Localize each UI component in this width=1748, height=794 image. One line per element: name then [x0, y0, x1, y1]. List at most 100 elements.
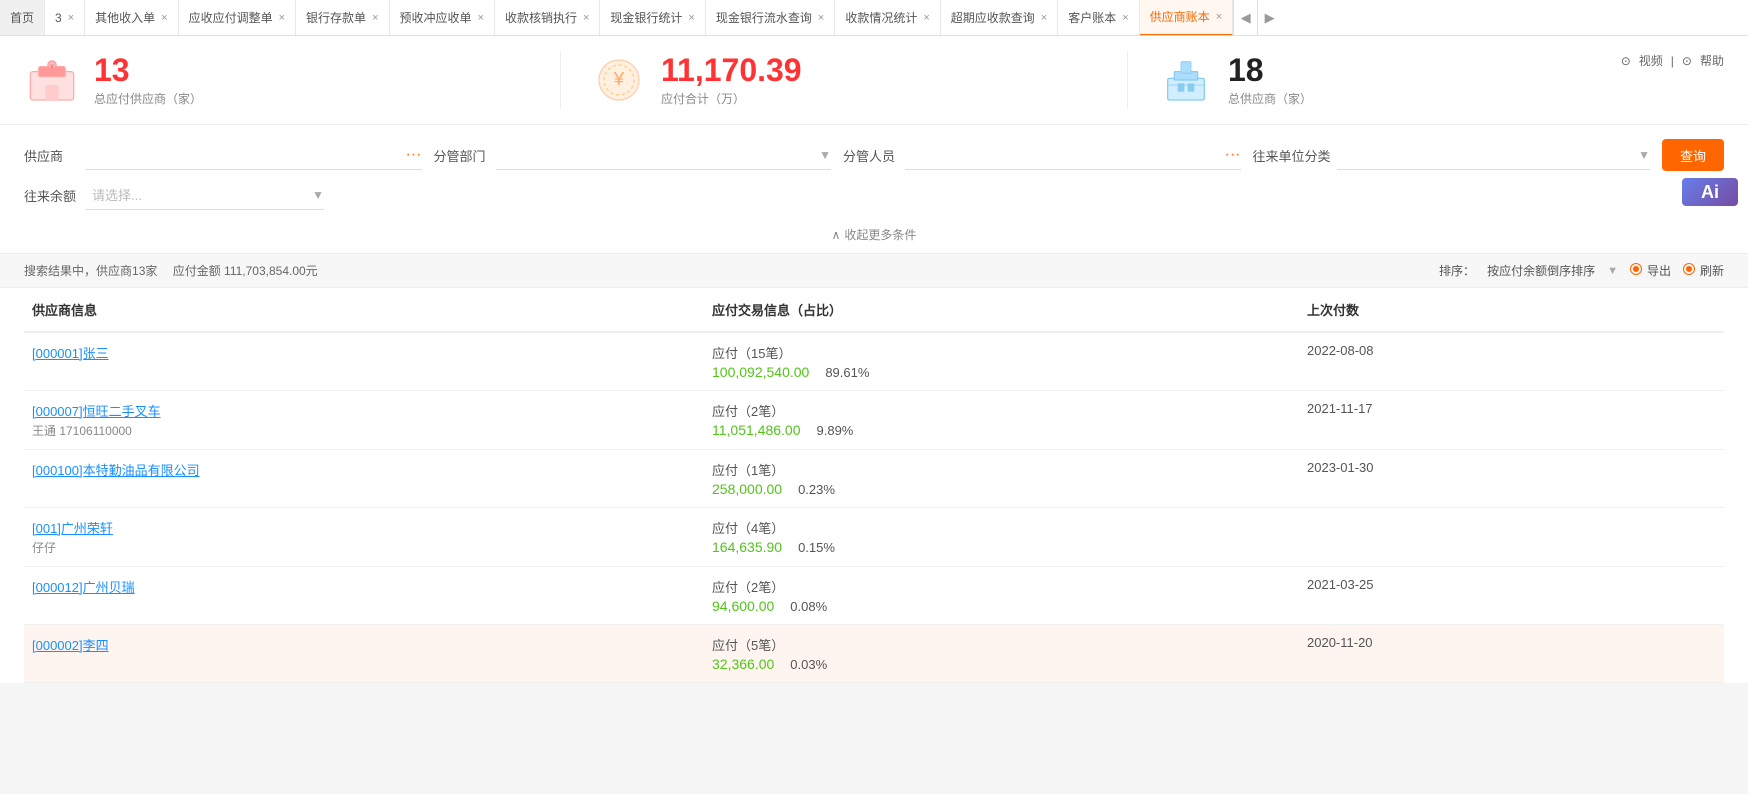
supplier-cell: [001]广州荣轩仔仔	[24, 508, 704, 567]
nav-tab-cash-bank-stat-close[interactable]: ×	[688, 12, 694, 24]
nav-tab-receipt-stat-close[interactable]: ×	[923, 12, 929, 24]
results-bar: 搜索结果中，供应商13家 应付金额 111,703,854.00元 排序： 按应…	[0, 254, 1748, 288]
amount-total: 应付金额 111,703,854.00元	[173, 264, 318, 278]
transaction-amount[interactable]: 94,600.00	[712, 598, 774, 614]
nav-tab-receive-verify[interactable]: 收款核销执行 ×	[495, 0, 600, 36]
transaction-percentage: 89.61%	[825, 365, 869, 380]
nav-tab-ar-ap-adjust[interactable]: 应收应付调整单 ×	[179, 0, 296, 36]
ai-badge[interactable]: Ai	[1682, 178, 1738, 206]
transaction-amount[interactable]: 11,051,486.00	[712, 422, 801, 438]
nav-tab-3-close[interactable]: ×	[68, 12, 74, 24]
export-button[interactable]: 导出	[1630, 262, 1671, 279]
nav-tab-cash-flow[interactable]: 现金银行流水查询 ×	[706, 0, 835, 36]
nav-next-arrow[interactable]: ▶	[1257, 0, 1281, 36]
transaction-amount[interactable]: 32,366.00	[712, 656, 774, 672]
supplier-link[interactable]: [000002]李四	[32, 638, 109, 653]
link-separator: |	[1671, 54, 1674, 68]
nav-tab-other-income-label: 其他收入单	[95, 9, 155, 26]
nav-tab-overdue-ar[interactable]: 超期应收款查询 ×	[941, 0, 1058, 36]
sort-chevron-icon[interactable]: ▼	[1607, 265, 1618, 277]
supplier-link[interactable]: [000012]广州贝瑞	[32, 580, 135, 595]
table-row: [000007]恒旺二手叉车王通 17106110000应付（2笔）11,051…	[24, 391, 1724, 450]
circle-icon-2: ⊙	[1682, 54, 1692, 68]
supplier-link[interactable]: [000007]恒旺二手叉车	[32, 404, 161, 419]
supplier-link[interactable]: [001]广州荣轩	[32, 521, 113, 536]
person-dots-icon[interactable]: ···	[1225, 146, 1241, 164]
table-row: [000002]李四应付（5笔）32,366.000.03%2020-11-20	[24, 625, 1724, 683]
nav-tab-home[interactable]: 首页	[0, 0, 45, 36]
nav-tab-cash-flow-close[interactable]: ×	[818, 12, 824, 24]
category-chevron-icon[interactable]: ▼	[1638, 148, 1650, 162]
collapse-up-icon: ∧	[832, 228, 841, 242]
transaction-cell: 应付（1笔）258,000.000.23%	[704, 450, 1299, 508]
sort-select[interactable]: 按应付余额倒序排序	[1487, 262, 1595, 279]
col-header-lastpay: 上次付数	[1299, 288, 1724, 332]
stat-payable-suppliers-number: 13	[94, 54, 202, 86]
nav-tab-3[interactable]: 3 ×	[45, 0, 85, 36]
transaction-amount[interactable]: 100,092,540.00	[712, 364, 809, 380]
category-input[interactable]	[1337, 141, 1635, 169]
lastpay-cell: 2020-11-20	[1299, 625, 1724, 683]
transaction-amount[interactable]: 258,000.00	[712, 481, 782, 497]
transaction-label: 应付（15笔）	[712, 343, 1291, 362]
supplier-input[interactable]	[86, 141, 406, 169]
nav-tab-prepay-ar-close[interactable]: ×	[478, 12, 484, 24]
top-right-links: ⊙ 视频 | ⊙ 帮助	[1621, 52, 1724, 69]
video-link[interactable]: 视频	[1639, 52, 1663, 69]
filter-department: 分管部门 ▼	[434, 141, 832, 170]
nav-tab-customer-ledger[interactable]: 客户账本 ×	[1058, 0, 1139, 36]
nav-tab-bank-deposit-close[interactable]: ×	[372, 12, 378, 24]
stat-total-suppliers-label: 总供应商（家）	[1228, 90, 1312, 107]
balance-chevron-icon[interactable]: ▼	[312, 188, 324, 202]
export-label: 导出	[1647, 262, 1671, 279]
filter-category-label: 往来单位分类	[1253, 146, 1331, 165]
table-wrapper[interactable]: 供应商信息 应付交易信息（占比） 上次付数 [000001]张三 应付（15笔） 1…	[24, 288, 1724, 683]
nav-tab-receipt-stat[interactable]: 收款情况统计 ×	[835, 0, 940, 36]
refresh-button[interactable]: 刷新	[1683, 262, 1724, 279]
collapse-bar[interactable]: ∧ 收起更多条件	[24, 220, 1724, 245]
nav-tab-overdue-ar-label: 超期应收款查询	[951, 9, 1035, 26]
stat-total-suppliers-text: 18 总供应商（家）	[1228, 54, 1312, 107]
person-input[interactable]	[905, 141, 1225, 169]
nav-tab-cash-bank-stat-label: 现金银行统计	[610, 9, 682, 26]
supplier-link[interactable]: [000100]本特勤油品有限公司	[32, 463, 200, 478]
transaction-amount[interactable]: 164,635.90	[712, 539, 782, 555]
nav-tab-supplier-ledger[interactable]: 供应商账本 ×	[1140, 0, 1233, 36]
department-chevron-icon[interactable]: ▼	[819, 148, 831, 162]
nav-tab-bank-deposit[interactable]: 银行存款单 ×	[296, 0, 389, 36]
sort-label: 排序：	[1439, 262, 1475, 279]
supplier-table: 供应商信息 应付交易信息（占比） 上次付数 [000001]张三 应付（15笔） 1…	[24, 288, 1724, 683]
supplier-cell: [000100]本特勤油品有限公司	[24, 450, 704, 508]
supplier-cell: [000002]李四	[24, 625, 704, 683]
filter-balance-input-wrapper: ▼	[86, 181, 324, 210]
filter-person: 分管人员 ···	[843, 141, 1241, 170]
balance-input[interactable]	[86, 181, 308, 209]
transaction-label: 应付（5笔）	[712, 635, 1291, 654]
nav-tab-other-income-close[interactable]: ×	[161, 12, 167, 24]
supplier-dots-icon[interactable]: ···	[406, 146, 422, 164]
nav-tab-ar-ap-adjust-close[interactable]: ×	[279, 12, 285, 24]
filter-person-input-wrapper: ···	[905, 141, 1241, 170]
col-header-transaction: 应付交易信息（占比）	[704, 288, 1299, 332]
help-link[interactable]: 帮助	[1700, 52, 1724, 69]
supplier-cell: [000007]恒旺二手叉车王通 17106110000	[24, 391, 704, 450]
supplier-link[interactable]: [000001]张三	[32, 346, 109, 361]
nav-tab-cash-bank-stat[interactable]: 现金银行统计 ×	[600, 0, 705, 36]
nav-tab-receive-verify-close[interactable]: ×	[583, 12, 589, 24]
search-button[interactable]: 查询	[1662, 139, 1724, 171]
stat-payable-suppliers-text: 13 总应付供应商（家）	[94, 54, 202, 107]
nav-tab-customer-ledger-close[interactable]: ×	[1122, 12, 1128, 24]
transaction-cell: 应付（4笔）164,635.900.15%	[704, 508, 1299, 567]
nav-tab-other-income[interactable]: 其他收入单 ×	[85, 0, 178, 36]
col-supplier-label: 供应商信息	[32, 303, 97, 318]
stat-payable-suppliers-label: 总应付供应商（家）	[94, 90, 202, 107]
nav-tab-overdue-ar-close[interactable]: ×	[1041, 12, 1047, 24]
nav-tab-supplier-ledger-close[interactable]: ×	[1216, 11, 1222, 23]
nav-tab-receive-verify-label: 收款核销执行	[505, 9, 577, 26]
table-body: [000001]张三 应付（15笔） 100,092,540.00 89.61% 202…	[24, 332, 1724, 683]
department-input[interactable]	[496, 141, 816, 169]
lastpay-date: 2023-01-30	[1307, 460, 1374, 475]
supplier-icon-2: ¥	[591, 52, 647, 108]
nav-tab-prepay-ar[interactable]: 预收冲应收单 ×	[390, 0, 495, 36]
nav-prev-arrow[interactable]: ◀	[1233, 0, 1257, 36]
